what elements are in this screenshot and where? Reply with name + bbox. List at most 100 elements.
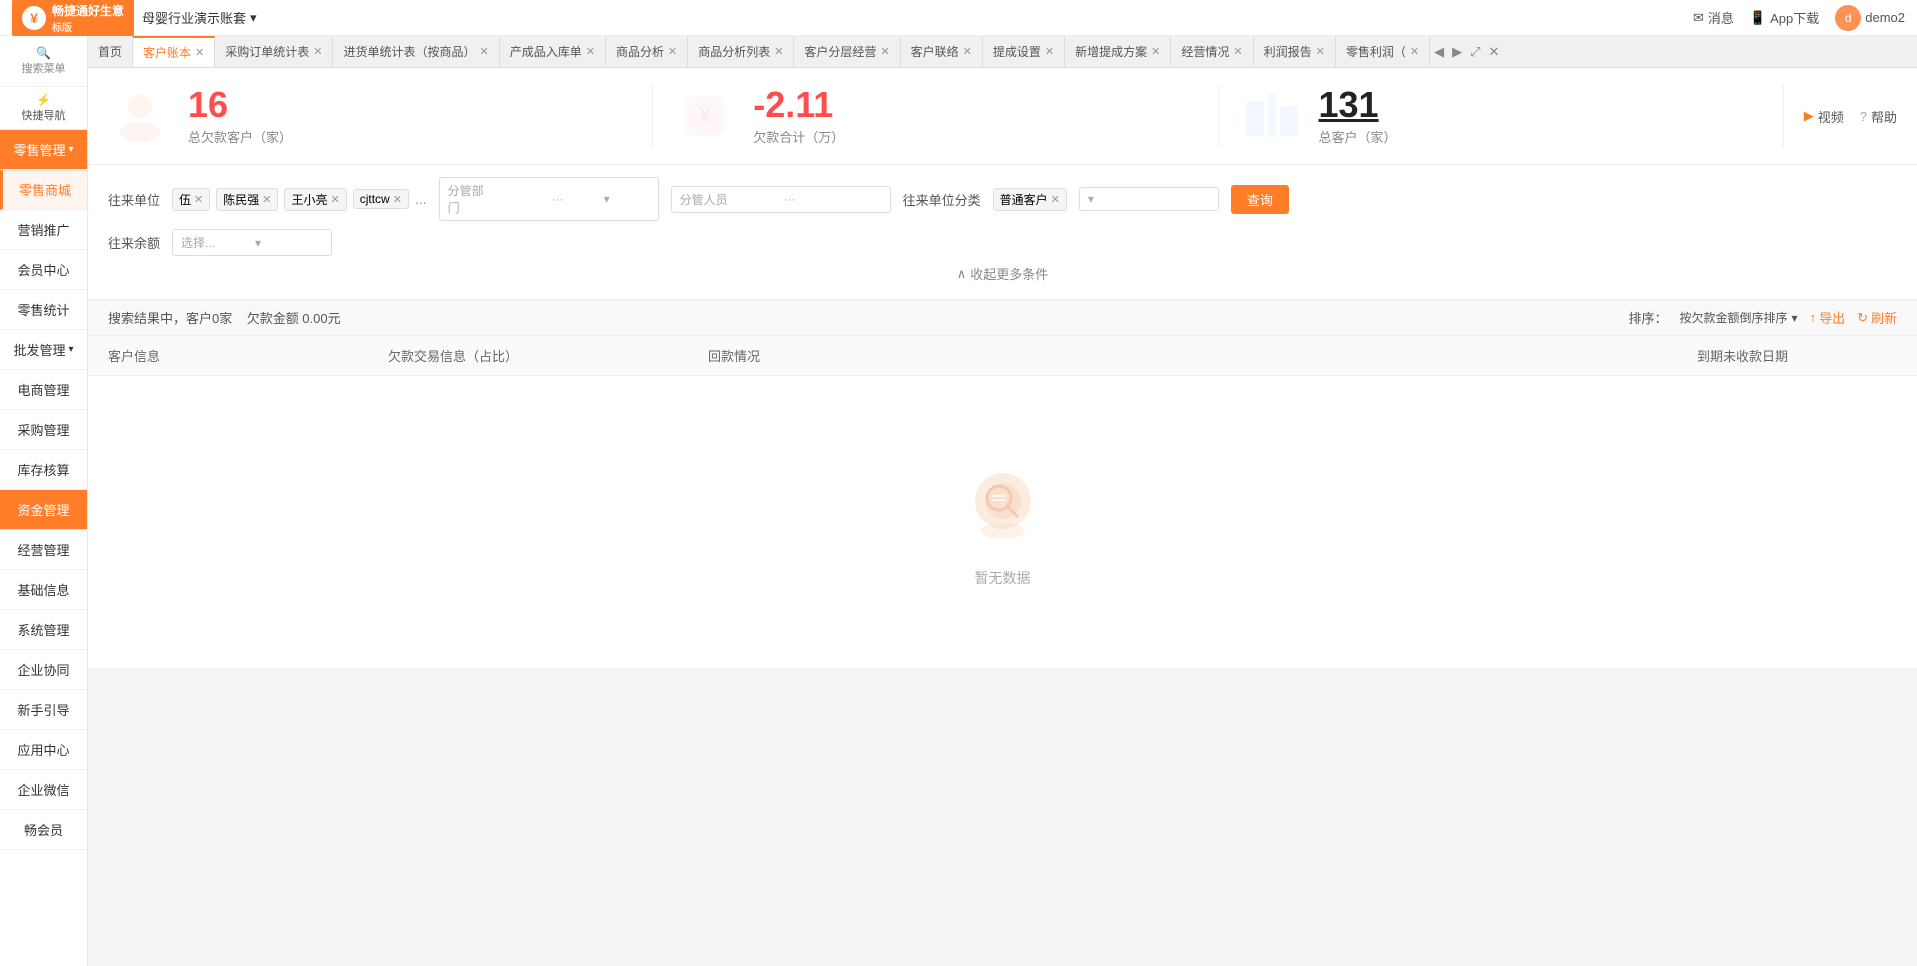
sidebar-item-stock[interactable]: 库存核算 [0, 450, 87, 490]
tabs-expand[interactable]: ⤢ [1466, 44, 1484, 60]
tab-product-analysis-list-close[interactable]: ✕ [774, 45, 783, 58]
tab-promotion-settings[interactable]: 提成设置 ✕ [983, 36, 1065, 68]
sidebar-item-ecommerce[interactable]: 电商管理 [0, 370, 87, 410]
export-btn[interactable]: ↑ 导出 [1810, 308, 1846, 327]
debt-icon: ¥ [673, 84, 737, 148]
sidebar-label-member: 会员中心 [17, 263, 69, 278]
tabs-prev[interactable]: ◀ [1430, 44, 1448, 60]
sidebar-label-retail-store: 零售商城 [19, 183, 71, 198]
sidebar-quick-nav[interactable]: ⚡ 快捷导航 [0, 87, 87, 130]
tab-business-status[interactable]: 经营情况 ✕ [1171, 36, 1253, 68]
sidebar-item-wholesale[interactable]: 批发管理 ▾ [0, 330, 87, 370]
tab-customer-tier[interactable]: 客户分层经营 ✕ [794, 36, 900, 68]
sidebar-item-member[interactable]: 会员中心 [0, 250, 87, 290]
app-title-group: 畅捷通好生意 标版 [52, 2, 124, 34]
sidebar-label-appcenter: 应用中心 [17, 743, 69, 758]
tab-home[interactable]: 首页 [88, 36, 133, 68]
tab-product-analysis-close[interactable]: ✕ [668, 45, 677, 58]
help-btn[interactable]: ? 帮助 [1860, 107, 1897, 126]
filter-tag-normal-close[interactable]: ✕ [1051, 193, 1060, 206]
tab-profit-report-close[interactable]: ✕ [1316, 45, 1325, 58]
sidebar-item-retail-stats[interactable]: 零售统计 [0, 290, 87, 330]
sidebar-item-purchase[interactable]: 采购管理 [0, 410, 87, 450]
tab-stock-stat-close[interactable]: ✕ [480, 45, 489, 58]
sidebar-item-guide[interactable]: 新手引导 [0, 690, 87, 730]
balance-arrow-icon: ▾ [255, 236, 323, 250]
tab-product-entry-close[interactable]: ✕ [586, 45, 595, 58]
nav-icon: ⚡ [36, 93, 51, 107]
tab-customer-balance-close[interactable]: ✕ [195, 46, 204, 59]
sidebar-item-wechat[interactable]: 企业微信 [0, 770, 87, 810]
video-btn[interactable]: ▶ 视频 [1804, 107, 1844, 126]
app-title: 畅捷通好生意 [52, 2, 124, 19]
filter-tag-chen-close[interactable]: ✕ [262, 193, 271, 206]
sidebar-label-stock: 库存核算 [17, 463, 69, 478]
tab-customer-contact-label: 客户联络 [911, 43, 959, 60]
tab-retail-profit[interactable]: 零售利润（ ✕ [1336, 36, 1430, 68]
filter-tag-wu-close[interactable]: ✕ [194, 193, 203, 206]
sidebar-item-business[interactable]: 经营管理 [0, 530, 87, 570]
wholesale-arrow-icon: ▾ [68, 344, 73, 355]
tab-purchase-order-close[interactable]: ✕ [313, 45, 322, 58]
page-content: 16 总欠款客户（家） ¥ -2.11 欠款合计（万） [88, 68, 1917, 966]
tab-business-status-close[interactable]: ✕ [1233, 45, 1242, 58]
sidebar-item-system[interactable]: 系统管理 [0, 610, 87, 650]
avatar: d [1835, 5, 1861, 31]
user-item[interactable]: d demo2 [1835, 5, 1905, 31]
sidebar-label-system: 系统管理 [17, 623, 69, 638]
sidebar-item-enterprise[interactable]: 企业协同 [0, 650, 87, 690]
sidebar-search-label: 搜索菜单 [8, 60, 79, 76]
refresh-btn[interactable]: ↻ 刷新 [1857, 308, 1897, 327]
message-item[interactable]: ✉ 消息 [1693, 8, 1734, 27]
unit-class-dropdown[interactable]: ▾ [1079, 187, 1219, 211]
tab-product-entry[interactable]: 产成品入库单 ✕ [500, 36, 606, 68]
sidebar-item-finance[interactable]: 资金管理 [0, 490, 87, 530]
tab-customer-contact[interactable]: 客户联络 ✕ [901, 36, 983, 68]
tab-promotion-settings-close[interactable]: ✕ [1045, 45, 1054, 58]
balance-dropdown[interactable]: 选择... ▾ [172, 229, 332, 256]
sidebar-search[interactable]: 🔍 搜索菜单 [0, 36, 87, 87]
tab-purchase-order[interactable]: 采购订单统计表 ✕ [215, 36, 333, 68]
sidebar-item-basic[interactable]: 基础信息 [0, 570, 87, 610]
person-dropdown[interactable]: 分管人员 ··· [671, 186, 891, 213]
results-bar-right: 排序： 按欠款金额倒序排序 ▾ ↑ 导出 ↻ 刷新 [1629, 308, 1898, 327]
person-label: 分管人员 [680, 191, 778, 208]
tab-customer-tier-label: 客户分层经营 [804, 43, 876, 60]
tab-customer-tier-close[interactable]: ✕ [880, 45, 889, 58]
tab-retail-profit-close[interactable]: ✕ [1410, 45, 1419, 58]
top-bar-right: ✉ 消息 📱 App下载 d demo2 [1693, 5, 1905, 31]
tab-product-analysis-list-label: 商品分析列表 [698, 43, 770, 60]
sidebar-item-retail-mgmt[interactable]: 零售管理 ▾ [0, 130, 87, 170]
sidebar-item-vip[interactable]: 畅会员 [0, 810, 87, 850]
filter-row-2: 往来余额 选择... ▾ [108, 229, 1897, 256]
filter-tag-wang-close[interactable]: ✕ [331, 193, 340, 206]
stat-debt: ¥ -2.11 欠款合计（万） [673, 84, 1218, 148]
tab-new-promotion-close[interactable]: ✕ [1151, 45, 1160, 58]
tabs-next[interactable]: ▶ [1448, 44, 1466, 60]
tabs-close-all[interactable]: ✕ [1484, 44, 1503, 60]
sidebar-item-marketing[interactable]: 营销推广 [0, 210, 87, 250]
sidebar-label-retail-stats: 零售统计 [17, 303, 69, 318]
stat-total: 131 总客户（家） [1239, 84, 1784, 148]
query-button[interactable]: 查询 [1231, 185, 1289, 214]
tab-product-analysis[interactable]: 商品分析 ✕ [606, 36, 688, 68]
video-icon: ▶ [1804, 108, 1814, 124]
sidebar-item-appcenter[interactable]: 应用中心 [0, 730, 87, 770]
dept-dropdown[interactable]: 分管部门 ··· ▾ [439, 177, 659, 221]
sidebar-item-retail-store[interactable]: 零售商城 [0, 170, 87, 210]
tab-customer-balance[interactable]: 客户账本 ✕ [133, 36, 215, 68]
tab-new-promotion[interactable]: 新增提成方案 ✕ [1065, 36, 1171, 68]
filter-more-btn[interactable]: ... [415, 191, 427, 207]
tab-product-analysis-list[interactable]: 商品分析列表 ✕ [688, 36, 794, 68]
tab-profit-report[interactable]: 利润报告 ✕ [1254, 36, 1336, 68]
app-download-item[interactable]: 📱 App下载 [1750, 8, 1819, 27]
filter-tag-cjttcw-close[interactable]: ✕ [393, 193, 402, 206]
account-selector[interactable]: 母婴行业演示账套 ▾ [142, 8, 257, 27]
collapse-btn[interactable]: ∧ 收起更多条件 [108, 264, 1897, 283]
sort-dropdown[interactable]: 按欠款金额倒序排序 ▾ [1680, 309, 1798, 326]
tab-stock-stat[interactable]: 进货单统计表（按商品） ✕ [333, 36, 499, 68]
tab-customer-contact-close[interactable]: ✕ [963, 45, 972, 58]
balance-placeholder: 选择... [181, 234, 249, 251]
top-bar: ¥ 畅捷通好生意 标版 母婴行业演示账套 ▾ ✉ 消息 📱 App下载 d de… [0, 0, 1917, 36]
sidebar-label-guide: 新手引导 [17, 703, 69, 718]
